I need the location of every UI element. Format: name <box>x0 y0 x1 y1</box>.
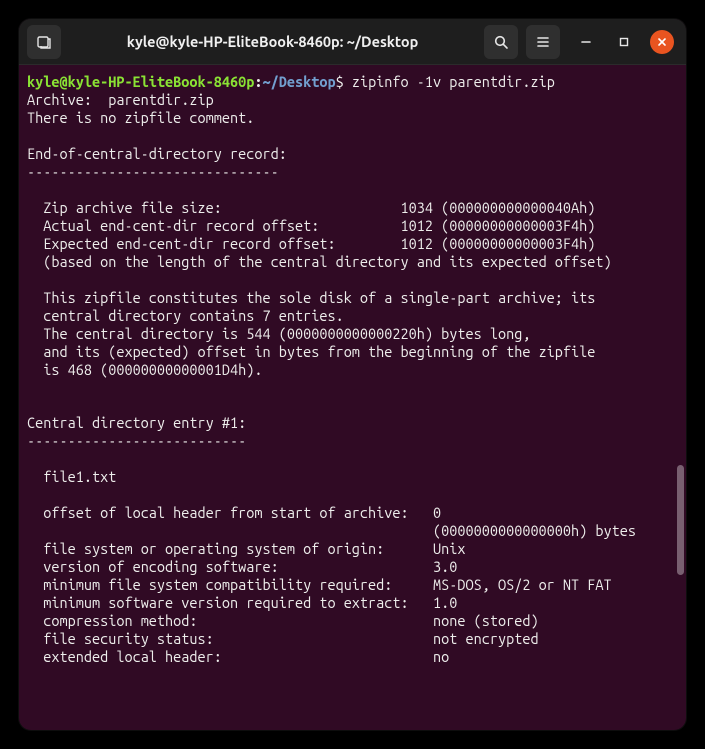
close-button[interactable] <box>650 30 674 54</box>
terminal-output: Archive: parentdir.zip There is no zipfi… <box>27 91 636 665</box>
prompt-path: ~/Desktop <box>262 73 335 90</box>
search-icon <box>493 34 509 50</box>
close-icon <box>657 37 667 47</box>
search-button[interactable] <box>484 25 518 59</box>
new-tab-button[interactable] <box>27 25 61 59</box>
maximize-button[interactable] <box>612 30 636 54</box>
window-controls <box>568 30 678 54</box>
prompt-dollar: $ <box>336 73 344 90</box>
window-title: kyle@kyle-HP-EliteBook-8460p: ~/Desktop <box>69 33 476 50</box>
prompt-user-host: kyle@kyle-HP-EliteBook-8460p <box>27 73 254 90</box>
command-text: zipinfo -1v parentdir.zip <box>344 73 555 90</box>
new-tab-icon <box>36 34 52 50</box>
terminal-window: kyle@kyle-HP-EliteBook-8460p: ~/Desktop <box>19 19 686 730</box>
minimize-icon <box>581 37 591 47</box>
minimize-button[interactable] <box>574 30 598 54</box>
terminal-body[interactable]: kyle@kyle-HP-EliteBook-8460p:~/Desktop$ … <box>19 65 686 730</box>
menu-button[interactable] <box>526 25 560 59</box>
scrollbar-thumb[interactable] <box>677 465 684 575</box>
maximize-icon <box>619 37 629 47</box>
titlebar: kyle@kyle-HP-EliteBook-8460p: ~/Desktop <box>19 19 686 65</box>
hamburger-icon <box>535 34 551 50</box>
